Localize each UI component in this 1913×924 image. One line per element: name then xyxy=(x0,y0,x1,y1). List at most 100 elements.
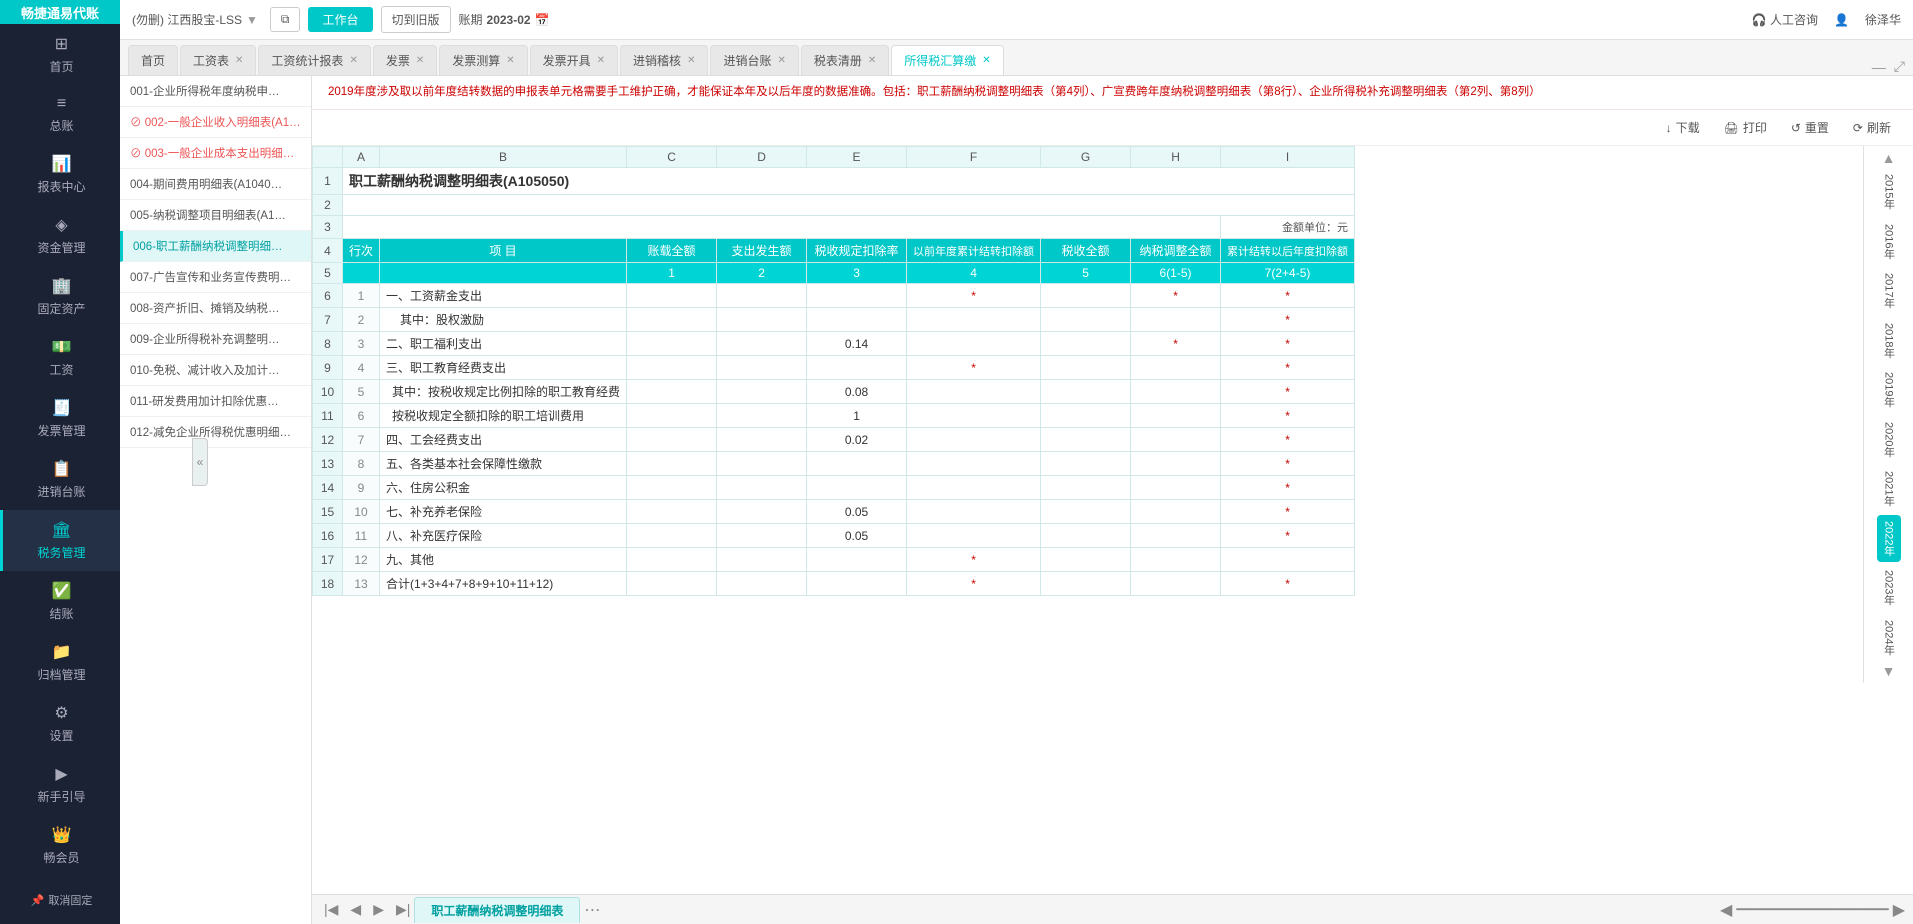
collapse-panel-btn[interactable]: « xyxy=(192,438,208,486)
tab-tax-clear[interactable]: 税表清册 ✕ xyxy=(801,45,889,75)
year-nav-2023[interactable]: 2023年 xyxy=(1877,564,1901,611)
header-zhichufasheng: 支出发生额 xyxy=(717,239,807,263)
close-tab-invoice-calc[interactable]: ✕ xyxy=(506,55,514,66)
close-tab-income-tax[interactable]: ✕ xyxy=(982,55,990,66)
tab-sales-check[interactable]: 进销稽核 ✕ xyxy=(620,45,708,75)
sidebar-item-guide[interactable]: ▶ 新手引导 xyxy=(0,754,120,815)
sheet-nav: |◀ ◀ ▶ ▶| xyxy=(320,901,414,918)
sidebar-item-sales[interactable]: 📋 进销台账 xyxy=(0,449,120,510)
tab-invoice[interactable]: 发票 ✕ xyxy=(373,45,437,75)
report-item-001[interactable]: 001-企业所得税年度纳税申… xyxy=(120,76,311,107)
tab-income-tax[interactable]: 所得税汇算缴 ✕ xyxy=(891,45,1003,75)
header-yiqian: 以前年度累计结转扣除额 xyxy=(907,239,1041,263)
sidebar-item-assets[interactable]: ◈ 资金管理 xyxy=(0,205,120,266)
tab-payroll[interactable]: 工资表 ✕ xyxy=(180,45,256,75)
sidebar-item-settings[interactable]: ⚙ 设置 xyxy=(0,693,120,754)
data-row-6: 6 1 一、工资薪金支出 * * * xyxy=(313,284,1355,308)
year-nav-2016[interactable]: 2016年 xyxy=(1877,218,1901,265)
sheet-nav-prev[interactable]: ◀ xyxy=(346,901,365,918)
sidebar-item-invoice[interactable]: 🧾 发票管理 xyxy=(0,388,120,449)
sidebar-item-closing[interactable]: ✅ 结账 xyxy=(0,571,120,632)
print-icon: 🖨 xyxy=(1724,121,1739,135)
report-item-003[interactable]: 003-一般企业成本支出明细… xyxy=(120,138,311,169)
tab-bar: 首页 工资表 ✕ 工资统计报表 ✕ 发票 ✕ 发票测算 ✕ 发票开具 ✕ 进销稽… xyxy=(120,40,1913,76)
salary-icon: 💵 xyxy=(52,337,72,357)
report-item-004[interactable]: 004-期间费用明细表(A1040… xyxy=(120,169,311,200)
year-nav-2021[interactable]: 2021年 xyxy=(1877,465,1901,512)
close-tab-payroll[interactable]: ✕ xyxy=(235,55,243,66)
sidebar-item-general[interactable]: ≡ 总账 xyxy=(0,85,120,144)
header-shuiquane: 税收全额 xyxy=(1041,239,1131,263)
report-item-010[interactable]: 010-免税、减计收入及加计… xyxy=(120,355,311,386)
year-nav-2017[interactable]: 2017年 xyxy=(1877,267,1901,314)
year-nav-2024[interactable]: 2024年 xyxy=(1877,614,1901,661)
report-item-005[interactable]: 005-纳税调整项目明细表(A1… xyxy=(120,200,311,231)
topbar-right: 🎧 人工咨询 👤 徐泽华 xyxy=(1752,11,1901,28)
year-nav-2020[interactable]: 2020年 xyxy=(1877,416,1901,463)
sheet-more-button[interactable]: ⋯ xyxy=(584,900,600,920)
switch-old-button[interactable]: 切到旧版 xyxy=(381,6,451,33)
download-button[interactable]: ↓ 下载 xyxy=(1660,116,1706,139)
sidebar-item-report[interactable]: 📊 报表中心 xyxy=(0,144,120,205)
scroll-bar[interactable]: ━━━━━━━━━━━━━━━━━━━━━━━ xyxy=(1736,903,1888,916)
report-item-006[interactable]: 006-职工薪酬纳税调整明细… xyxy=(120,231,311,262)
close-tab-invoice-open[interactable]: ✕ xyxy=(597,55,605,66)
year-nav-2019[interactable]: 2019年 xyxy=(1877,366,1901,413)
close-tab-payroll-stat[interactable]: ✕ xyxy=(349,55,357,66)
home-icon: ⊞ xyxy=(55,34,68,54)
year-nav-2018[interactable]: 2018年 xyxy=(1877,317,1901,364)
close-tab-tax-clear[interactable]: ✕ xyxy=(868,55,876,66)
calendar-icon[interactable]: 📅 xyxy=(535,13,550,27)
report-item-011[interactable]: 011-研发费用加计扣除优惠… xyxy=(120,386,311,417)
sheet-nav-first[interactable]: |◀ xyxy=(320,901,342,918)
report-item-002[interactable]: 002-一般企业收入明细表(A1… xyxy=(120,107,311,138)
year-nav-2015[interactable]: 2015年 xyxy=(1877,168,1901,215)
year-nav-2022[interactable]: 2022年 xyxy=(1877,515,1901,562)
year-nav-up[interactable]: ▲ xyxy=(1882,150,1896,166)
year-nav-down[interactable]: ▼ xyxy=(1882,663,1896,679)
human-service-link[interactable]: 🎧 人工咨询 xyxy=(1752,11,1818,28)
sidebar-item-member[interactable]: 👑 畅会员 xyxy=(0,815,120,876)
sheet-nav-next[interactable]: ▶ xyxy=(369,901,388,918)
sheet-nav-last[interactable]: ▶| xyxy=(392,901,414,918)
workspace-button[interactable]: 工作台 xyxy=(308,7,372,32)
sub-header-2: 2 xyxy=(717,263,807,284)
cancel-pin-button[interactable]: 📌 取消固定 xyxy=(4,886,116,914)
refresh-button[interactable]: ⟳ 刷新 xyxy=(1847,116,1897,139)
company-selector[interactable]: (勿删) 江西股宝-LSS ▼ xyxy=(132,11,258,28)
tab-home[interactable]: 首页 xyxy=(128,45,178,75)
tab-payroll-stat[interactable]: 工资统计报表 ✕ xyxy=(258,45,370,75)
close-tab-invoice[interactable]: ✕ xyxy=(416,55,424,66)
user-avatar[interactable]: 👤 xyxy=(1834,13,1849,27)
col-header-B: B xyxy=(380,147,627,168)
close-tab-sales-ledger[interactable]: ✕ xyxy=(777,55,785,66)
sheet-tab-main[interactable]: 职工薪酬纳税调整明细表 xyxy=(414,897,580,923)
sidebar-item-salary[interactable]: 💵 工资 xyxy=(0,327,120,388)
report-item-008[interactable]: 008-资产折旧、摊销及纳税… xyxy=(120,293,311,324)
reset-button[interactable]: ↺ 重置 xyxy=(1785,116,1835,139)
scroll-right-btn[interactable]: ▶ xyxy=(1893,900,1905,920)
report-item-012[interactable]: 012-减免企业所得税优惠明细… xyxy=(120,417,311,448)
col-header-row-num xyxy=(313,147,343,168)
print-button[interactable]: 🖨 打印 xyxy=(1718,116,1773,139)
expand-icon[interactable]: ⤢ xyxy=(1894,58,1905,75)
close-tab-sales-check[interactable]: ✕ xyxy=(687,55,695,66)
member-icon: 👑 xyxy=(52,825,72,845)
row-3-num: 3 xyxy=(313,216,343,239)
col-header-C: C xyxy=(627,147,717,168)
tab-sales-ledger[interactable]: 进销台账 ✕ xyxy=(710,45,798,75)
sidebar-item-home[interactable]: ⊞ 首页 xyxy=(0,24,120,85)
sidebar-item-tax[interactable]: 🏛 税务管理 xyxy=(0,510,120,571)
scroll-left-btn[interactable]: ◀ xyxy=(1720,900,1732,920)
copy-button[interactable]: ⧉ xyxy=(270,7,301,32)
sidebar-item-archive[interactable]: 📁 归档管理 xyxy=(0,632,120,693)
collapse-icon[interactable]: — xyxy=(1872,59,1886,75)
report-item-007[interactable]: 007-广告宣传和业务宣传费明… xyxy=(120,262,311,293)
tab-invoice-open[interactable]: 发票开具 ✕ xyxy=(530,45,618,75)
row-5-num: 5 xyxy=(313,263,343,284)
header-leiji: 累计结转以后年度扣除额 xyxy=(1221,239,1355,263)
report-item-009[interactable]: 009-企业所得税补充调整明… xyxy=(120,324,311,355)
sidebar-item-fixed[interactable]: 🏢 固定资产 xyxy=(0,266,120,327)
report-list: 001-企业所得税年度纳税申… 002-一般企业收入明细表(A1… 003-一般… xyxy=(120,76,312,924)
tab-invoice-calc[interactable]: 发票测算 ✕ xyxy=(439,45,527,75)
